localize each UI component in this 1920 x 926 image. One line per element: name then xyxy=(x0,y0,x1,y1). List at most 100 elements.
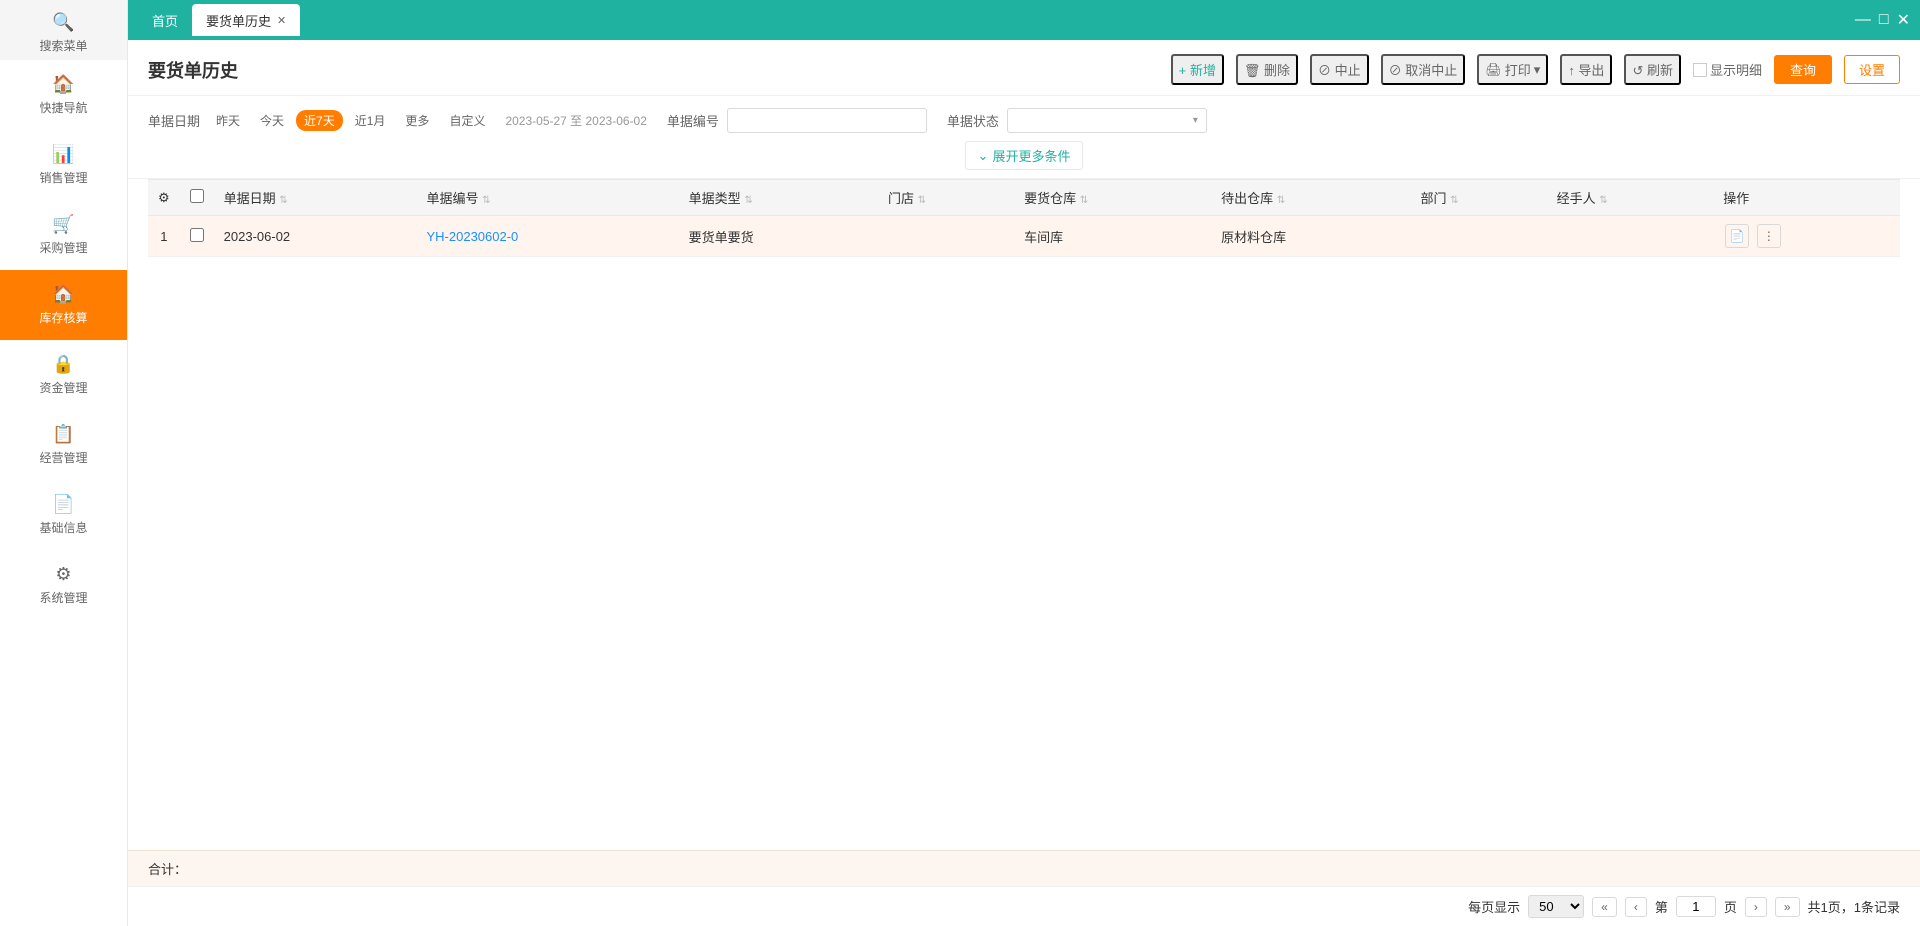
finance-icon: 🔒 xyxy=(52,354,74,375)
th-doc-type: 单据类型 ⇅ xyxy=(679,180,878,216)
date-btn-today[interactable]: 今天 xyxy=(252,110,292,131)
select-all-checkbox[interactable] xyxy=(190,189,204,203)
table-header: ⚙ 单据日期 ⇅ 单据编号 ⇅ xyxy=(148,180,1900,216)
th-doc-num-label: 单据编号 xyxy=(427,191,479,206)
th-doc-num-sort-icon[interactable]: ⇅ xyxy=(482,195,490,206)
tab-requisition-history[interactable]: 要货单历史 ✕ xyxy=(192,4,300,36)
th-handler-sort-icon[interactable]: ⇅ xyxy=(1599,195,1607,206)
date-btn-more[interactable]: 更多 xyxy=(397,110,437,131)
tab-home[interactable]: 首页 xyxy=(138,4,192,36)
row-handler xyxy=(1547,216,1714,257)
page-size-select[interactable]: 50 20 100 200 xyxy=(1528,895,1584,918)
row-op-view-button[interactable]: 📄 xyxy=(1725,224,1749,248)
settings-col-icon[interactable]: ⚙ xyxy=(158,190,170,205)
row-store xyxy=(878,216,1014,257)
sidebar-item-system[interactable]: ⚙ 系统管理 xyxy=(0,550,127,620)
expand-more-icon: ⌄ xyxy=(978,148,989,164)
purchase-icon: 🛒 xyxy=(52,214,74,235)
status-select[interactable] xyxy=(1008,109,1193,132)
th-checkbox xyxy=(180,180,214,216)
print-icon: 🖨 xyxy=(1485,62,1502,78)
th-department-sort-icon[interactable]: ⇅ xyxy=(1450,195,1458,206)
row-doc-num-link[interactable]: YH-20230602-0 xyxy=(427,229,519,244)
date-btn-yesterday[interactable]: 昨天 xyxy=(208,110,248,131)
sidebar-item-purchase[interactable]: 🛒 采购管理 xyxy=(0,200,127,270)
date-btn-custom[interactable]: 自定义 xyxy=(441,110,493,131)
th-date-label: 单据日期 xyxy=(224,191,276,206)
display-detail-toggle[interactable]: 显示明细 xyxy=(1693,60,1762,79)
export-button[interactable]: ↑ 导出 xyxy=(1560,54,1612,85)
status-select-wrapper: ▾ xyxy=(1007,108,1207,133)
window-close-icon[interactable]: ✕ xyxy=(1897,10,1910,30)
sidebar-item-system-label: 系统管理 xyxy=(39,589,87,606)
page-suffix: 页 xyxy=(1724,897,1737,916)
th-operations: 操作 xyxy=(1713,180,1900,216)
th-req-warehouse-sort-icon[interactable]: ⇅ xyxy=(1080,195,1088,206)
doc-number-filter-group: 单据编号 xyxy=(667,108,927,133)
sales-icon: 📊 xyxy=(52,144,74,165)
data-table: ⚙ 单据日期 ⇅ 单据编号 ⇅ xyxy=(148,179,1900,257)
window-minimize-icon[interactable]: — xyxy=(1855,11,1871,29)
new-button[interactable]: + 新增 xyxy=(1171,54,1224,85)
th-store: 门店 ⇅ xyxy=(878,180,1014,216)
row-op-more-button[interactable]: ⋮ xyxy=(1757,224,1781,248)
total-info: 共1页，1条记录 xyxy=(1808,897,1900,916)
th-store-sort-icon[interactable]: ⇅ xyxy=(918,195,926,206)
settings-button[interactable]: 设置 xyxy=(1844,55,1900,84)
refresh-button[interactable]: ↺ 刷新 xyxy=(1624,54,1681,85)
next-page-button[interactable]: › xyxy=(1745,897,1767,917)
prev-page-button[interactable]: ‹ xyxy=(1625,897,1647,917)
th-pending-warehouse-label: 待出仓库 xyxy=(1221,191,1273,206)
window-maximize-icon[interactable]: □ xyxy=(1879,11,1889,29)
th-date-sort-icon[interactable]: ⇅ xyxy=(279,195,287,206)
th-handler-label: 经手人 xyxy=(1557,191,1596,206)
sidebar-item-inventory[interactable]: 🏠 库存核算 xyxy=(0,270,127,340)
sidebar-item-quick-nav[interactable]: 🏠 快捷导航 xyxy=(0,60,127,130)
th-doc-type-sort-icon[interactable]: ⇅ xyxy=(744,195,752,206)
expand-more-button[interactable]: ⌄ 展开更多条件 xyxy=(965,141,1084,170)
first-page-button[interactable]: « xyxy=(1592,897,1617,917)
row-checkbox[interactable] xyxy=(190,228,204,242)
cancel-stop-button[interactable]: ⊘ 取消中止 xyxy=(1381,54,1466,85)
date-btn-last7days[interactable]: 近7天 xyxy=(296,110,343,131)
date-filter-group: 单据日期 昨天 今天 近7天 近1月 更多 自定义 2023-05-27 至 2… xyxy=(148,110,647,131)
row-doc-type: 要货单要货 xyxy=(679,216,878,257)
sidebar-item-operations-label: 经营管理 xyxy=(39,449,87,466)
date-btn-last1month[interactable]: 近1月 xyxy=(347,110,394,131)
print-button[interactable]: 🖨 打印 ▾ xyxy=(1477,54,1548,85)
sidebar-item-finance[interactable]: 🔒 资金管理 xyxy=(0,340,127,410)
display-detail-checkbox[interactable] xyxy=(1693,63,1707,77)
tab-home-label: 首页 xyxy=(152,11,178,30)
date-filter-label: 单据日期 xyxy=(148,111,200,130)
page-number-input[interactable] xyxy=(1676,896,1716,917)
sidebar-item-sales[interactable]: 📊 销售管理 xyxy=(0,130,127,200)
table-area: ⚙ 单据日期 ⇅ 单据编号 ⇅ xyxy=(128,179,1920,850)
row-operations: 📄 ⋮ xyxy=(1713,216,1900,257)
print-label: 打印 xyxy=(1505,60,1531,79)
delete-button[interactable]: 🗑 删除 xyxy=(1236,54,1298,85)
th-operations-label: 操作 xyxy=(1723,191,1749,206)
th-req-warehouse: 要货仓库 ⇅ xyxy=(1014,180,1211,216)
th-pending-warehouse: 待出仓库 ⇅ xyxy=(1211,180,1410,216)
status-select-arrow-icon: ▾ xyxy=(1193,115,1206,126)
basic-info-icon: 📄 xyxy=(52,494,74,515)
table-footer: 合计： xyxy=(128,850,1920,886)
th-store-label: 门店 xyxy=(888,191,914,206)
tab-close-icon[interactable]: ✕ xyxy=(277,14,286,27)
page-header: 要货单历史 + 新增 🗑 删除 ⊘ 中止 ⊘ 取消中止 🖨 打印 ▾ ↑ 导出 … xyxy=(128,40,1920,96)
row-doc-num: YH-20230602-0 xyxy=(417,216,679,257)
query-button[interactable]: 查询 xyxy=(1774,55,1832,84)
last-page-button[interactable]: » xyxy=(1775,897,1800,917)
doc-number-input[interactable] xyxy=(727,108,927,133)
page-label: 第 xyxy=(1655,897,1668,916)
stop-button[interactable]: ⊘ 中止 xyxy=(1310,54,1369,85)
sidebar-item-search[interactable]: 🔍 搜索菜单 xyxy=(0,0,127,60)
inventory-icon: 🏠 xyxy=(52,284,74,305)
sidebar-item-operations[interactable]: 📋 经营管理 xyxy=(0,410,127,480)
row-num: 1 xyxy=(148,216,180,257)
th-handler: 经手人 ⇅ xyxy=(1547,180,1714,216)
footer-total-label: 合计： xyxy=(148,862,187,877)
sidebar-item-basic-info[interactable]: 📄 基础信息 xyxy=(0,480,127,550)
sidebar-item-search-label: 搜索菜单 xyxy=(39,37,87,54)
th-pending-warehouse-sort-icon[interactable]: ⇅ xyxy=(1277,195,1285,206)
